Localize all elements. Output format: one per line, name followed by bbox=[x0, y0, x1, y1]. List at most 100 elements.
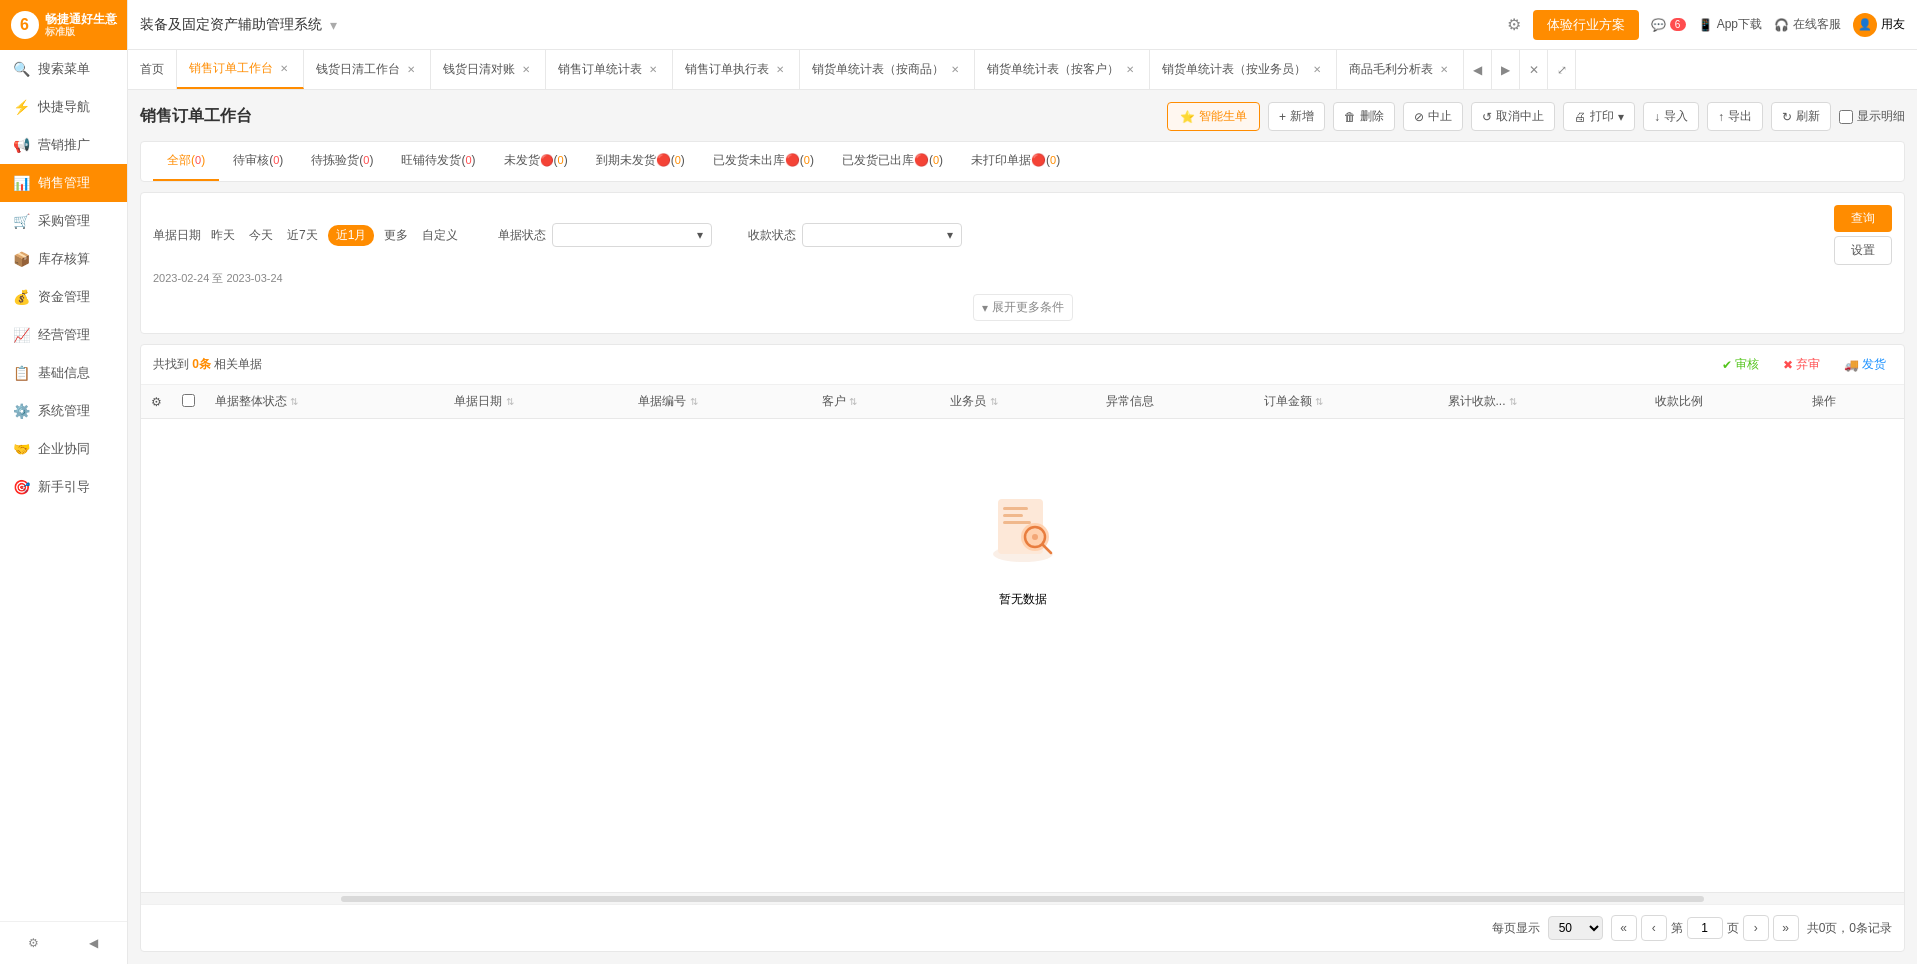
sidebar-item-inventory[interactable]: 📦 库存核算 bbox=[0, 240, 127, 278]
revoke-button[interactable]: ✖ 弃审 bbox=[1777, 353, 1826, 376]
tab-close-icon[interactable]: ✕ bbox=[948, 63, 962, 77]
payment-select[interactable]: ▾ bbox=[802, 223, 962, 247]
sidebar-item-quick-nav[interactable]: ⚡ 快捷导航 bbox=[0, 88, 127, 126]
sidebar-item-purchase[interactable]: 🛒 采购管理 bbox=[0, 202, 127, 240]
result-count: 0条 bbox=[192, 357, 211, 371]
stop-button[interactable]: ⊘ 中止 bbox=[1403, 102, 1463, 131]
filter-tab-pending[interactable]: 待审核(0) bbox=[219, 142, 297, 181]
sidebar-item-finance[interactable]: 💰 资金管理 bbox=[0, 278, 127, 316]
delete-button[interactable]: 🗑 删除 bbox=[1333, 102, 1395, 131]
show-detail-checkbox[interactable] bbox=[1839, 110, 1853, 124]
sort-icon[interactable]: ⇅ bbox=[290, 396, 298, 407]
filter-tab-shipped-not-out[interactable]: 已发货未出库🔴(0) bbox=[699, 142, 828, 181]
sidebar-item-collab[interactable]: 🤝 企业协同 bbox=[0, 430, 127, 468]
sidebar-item-marketing[interactable]: 📢 营销推广 bbox=[0, 126, 127, 164]
filter-setting-button[interactable]: 设置 bbox=[1834, 236, 1892, 265]
page-prev-button[interactable]: ‹ bbox=[1641, 915, 1667, 941]
page-number-input[interactable] bbox=[1687, 917, 1723, 939]
filter-tab-shipped-out[interactable]: 已发货已出库🔴(0) bbox=[828, 142, 957, 181]
date-option-yesterday[interactable]: 昨天 bbox=[207, 225, 239, 246]
filter-tab-unprinted[interactable]: 未打印单据🔴(0) bbox=[957, 142, 1074, 181]
online-service-button[interactable]: 🎧 在线客服 bbox=[1774, 16, 1841, 33]
date-option-more[interactable]: 更多 bbox=[380, 225, 412, 246]
tab-home[interactable]: 首页 bbox=[128, 50, 177, 89]
filter-tab-all[interactable]: 全部(0) bbox=[153, 142, 219, 181]
horizontal-scrollbar[interactable] bbox=[141, 892, 1904, 904]
sidebar-settings-button[interactable]: ⚙ bbox=[8, 930, 60, 956]
status-select[interactable]: ▾ bbox=[552, 223, 712, 247]
filter-tab-picking[interactable]: 待拣验货(0) bbox=[297, 142, 387, 181]
select-all-checkbox[interactable] bbox=[182, 394, 195, 407]
star-icon: ⭐ bbox=[1180, 110, 1195, 124]
date-option-custom[interactable]: 自定义 bbox=[418, 225, 462, 246]
export-button[interactable]: ↑ 导出 bbox=[1707, 102, 1763, 131]
sort-icon[interactable]: ⇅ bbox=[1509, 396, 1517, 407]
filter-tab-wangpu[interactable]: 旺铺待发货(0) bbox=[387, 142, 489, 181]
tab-close-icon[interactable]: ✕ bbox=[646, 63, 660, 77]
tab-close-icon[interactable]: ✕ bbox=[404, 63, 418, 77]
tab-close-icon[interactable]: ✕ bbox=[277, 62, 291, 76]
approve-button[interactable]: ✔ 审核 bbox=[1716, 353, 1765, 376]
tab-sales-exec[interactable]: 销售订单执行表 ✕ bbox=[673, 50, 800, 89]
sort-icon[interactable]: ⇅ bbox=[849, 396, 857, 407]
user-menu[interactable]: 👤 用友 bbox=[1853, 13, 1905, 37]
sidebar-item-search[interactable]: 🔍 搜索菜单 bbox=[0, 50, 127, 88]
sidebar-collapse-button[interactable]: ◀ bbox=[68, 930, 120, 956]
expand-filters-button[interactable]: ▾ 展开更多条件 bbox=[973, 294, 1073, 321]
sidebar-item-system[interactable]: ⚙️ 系统管理 bbox=[0, 392, 127, 430]
tab-close-icon[interactable]: ✕ bbox=[519, 63, 533, 77]
tab-close-all-button[interactable]: ✕ bbox=[1520, 50, 1548, 89]
table-wrapper: ⚙ 单据整体状态 ⇅ 单据日期 ⇅ bbox=[141, 385, 1904, 892]
tab-close-icon[interactable]: ✕ bbox=[773, 63, 787, 77]
tab-sales-stats[interactable]: 销售订单统计表 ✕ bbox=[546, 50, 673, 89]
sidebar: 6 畅捷通好生意 标准版 🔍 搜索菜单 ⚡ 快捷导航 📢 营销推广 📊 销售管理… bbox=[0, 0, 128, 964]
tab-close-icon[interactable]: ✕ bbox=[1310, 63, 1324, 77]
message-button[interactable]: 💬 6 bbox=[1651, 18, 1686, 32]
filter-tab-overdue[interactable]: 到期未发货🔴(0) bbox=[582, 142, 699, 181]
page-last-button[interactable]: » bbox=[1773, 915, 1799, 941]
tab-close-icon[interactable]: ✕ bbox=[1437, 63, 1451, 77]
industry-button[interactable]: 体验行业方案 bbox=[1533, 10, 1639, 40]
tab-expand-button[interactable]: ⤢ bbox=[1548, 50, 1576, 89]
sort-icon[interactable]: ⇅ bbox=[990, 396, 998, 407]
tab-close-icon[interactable]: ✕ bbox=[1123, 63, 1137, 77]
date-option-today[interactable]: 今天 bbox=[245, 225, 277, 246]
sidebar-item-label: 库存核算 bbox=[38, 250, 90, 268]
marketing-icon: 📢 bbox=[12, 136, 30, 154]
tab-sales-order-workbench[interactable]: 销售订单工作台 ✕ bbox=[177, 50, 304, 89]
tab-goods-stats-product[interactable]: 销货单统计表（按商品） ✕ bbox=[800, 50, 975, 89]
page-next-button[interactable]: › bbox=[1743, 915, 1769, 941]
tab-next-button[interactable]: ▶ bbox=[1492, 50, 1520, 89]
smart-create-button[interactable]: ⭐ 智能生单 bbox=[1167, 102, 1260, 131]
query-button[interactable]: 查询 bbox=[1834, 205, 1892, 232]
tab-cash-daily[interactable]: 钱货日清工作台 ✕ bbox=[304, 50, 431, 89]
sidebar-item-sales[interactable]: 📊 销售管理 bbox=[0, 164, 127, 202]
page-first-button[interactable]: « bbox=[1611, 915, 1637, 941]
add-button[interactable]: + 新增 bbox=[1268, 102, 1325, 131]
per-page-select[interactable]: 50 100 200 bbox=[1548, 916, 1603, 940]
sidebar-item-basic-info[interactable]: 📋 基础信息 bbox=[0, 354, 127, 392]
gear-button[interactable]: ⚙ bbox=[1507, 15, 1521, 34]
sidebar-footer: ⚙ ◀ bbox=[0, 921, 127, 964]
sort-icon[interactable]: ⇅ bbox=[1315, 396, 1323, 407]
logo: 6 畅捷通好生意 标准版 bbox=[0, 0, 127, 50]
sidebar-item-label: 企业协同 bbox=[38, 440, 90, 458]
sidebar-item-tutorial[interactable]: 🎯 新手引导 bbox=[0, 468, 127, 506]
tab-goods-stats-customer[interactable]: 销货单统计表（按客户） ✕ bbox=[975, 50, 1150, 89]
tab-goods-stats-salesperson[interactable]: 销货单统计表（按业务员） ✕ bbox=[1150, 50, 1337, 89]
print-button[interactable]: 🖨 打印 ▾ bbox=[1563, 102, 1635, 131]
cancel-stop-button[interactable]: ↺ 取消中止 bbox=[1471, 102, 1555, 131]
tab-gross-profit[interactable]: 商品毛利分析表 ✕ bbox=[1337, 50, 1464, 89]
import-button[interactable]: ↓ 导入 bbox=[1643, 102, 1699, 131]
ship-button[interactable]: 🚚 发货 bbox=[1838, 353, 1892, 376]
sidebar-item-operations[interactable]: 📈 经营管理 bbox=[0, 316, 127, 354]
app-download-button[interactable]: 📱 App下载 bbox=[1698, 16, 1762, 33]
tab-cash-reconcile[interactable]: 钱货日清对账 ✕ bbox=[431, 50, 546, 89]
sort-icon[interactable]: ⇅ bbox=[690, 396, 698, 407]
refresh-button[interactable]: ↻ 刷新 bbox=[1771, 102, 1831, 131]
sort-icon[interactable]: ⇅ bbox=[506, 396, 514, 407]
date-option-1month[interactable]: 近1月 bbox=[328, 225, 375, 246]
filter-tab-unshipped[interactable]: 未发货🔴(0) bbox=[490, 142, 582, 181]
tab-prev-button[interactable]: ◀ bbox=[1464, 50, 1492, 89]
date-option-7days[interactable]: 近7天 bbox=[283, 225, 322, 246]
